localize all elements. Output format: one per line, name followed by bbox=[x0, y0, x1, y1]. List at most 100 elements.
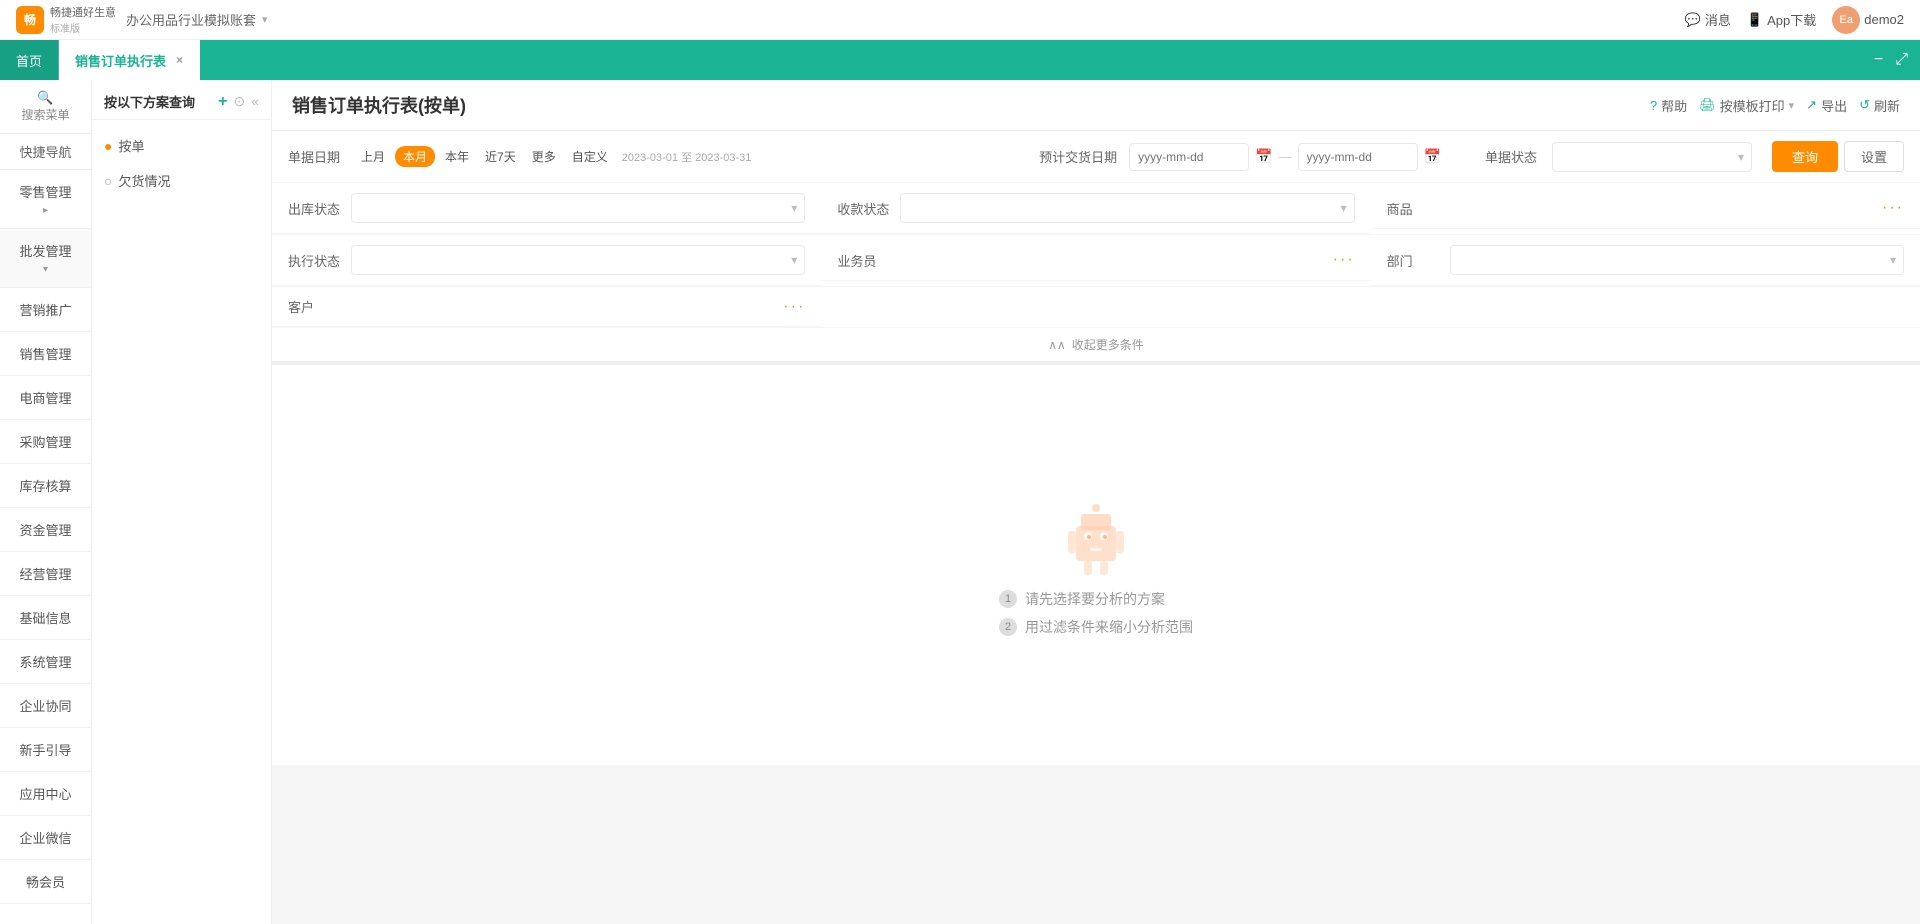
goods-picker-button[interactable]: ··· bbox=[1882, 199, 1904, 217]
left-panel-actions: + ⊙ « bbox=[218, 93, 259, 111]
tab-sales-order[interactable]: 销售订单执行表 × bbox=[59, 40, 200, 80]
customer-control: ··· bbox=[351, 298, 805, 316]
exec-status-select[interactable] bbox=[351, 245, 805, 275]
export-button[interactable]: ↗ 导出 bbox=[1806, 96, 1847, 115]
sidebar: 🔍 搜索菜单 快捷导航 零售管理 ▸ 批发管理 ▾ 营销推广 销售管理 电商管理… bbox=[0, 80, 92, 924]
scheme-item-by-order[interactable]: ● 按单 bbox=[92, 128, 271, 163]
expected-date-start-input[interactable] bbox=[1129, 143, 1249, 171]
date-tab-current-year[interactable]: 本年 bbox=[439, 146, 475, 167]
date-tab-custom[interactable]: 自定义 bbox=[566, 146, 614, 167]
sidebar-item-marketing[interactable]: 营销推广 bbox=[0, 288, 91, 332]
empty-illustration bbox=[1046, 486, 1146, 589]
sidebar-item-system[interactable]: 系统管理 bbox=[0, 640, 91, 684]
message-icon: 💬 bbox=[1685, 12, 1701, 28]
inactive-scheme-icon: ○ bbox=[104, 173, 112, 189]
chevron-down-icon: ▾ bbox=[43, 264, 48, 275]
export-icon: ↗ bbox=[1806, 97, 1817, 113]
sidebar-item-operations[interactable]: 经营管理 bbox=[0, 552, 91, 596]
calendar-end-icon[interactable]: 📅 bbox=[1424, 148, 1441, 165]
goods-control: ··· bbox=[1450, 199, 1904, 217]
active-scheme-icon: ● bbox=[104, 138, 112, 154]
collapse-icon: ∧∧ bbox=[1048, 338, 1066, 352]
sidebar-item-search[interactable]: 🔍 搜索菜单 bbox=[0, 80, 91, 134]
app-download-button[interactable]: 📱 App下载 bbox=[1747, 10, 1816, 29]
sidebar-item-enterprise[interactable]: 企业协同 bbox=[0, 684, 91, 728]
sidebar-item-sales[interactable]: 销售管理 bbox=[0, 332, 91, 376]
refresh-icon: ↺ bbox=[1859, 97, 1870, 113]
help-button[interactable]: ? 帮助 bbox=[1650, 96, 1687, 115]
nav-tabs: 首页 销售订单执行表 × − ⤢ bbox=[0, 40, 1920, 80]
print-button[interactable]: 🖨 按模板打印 ▾ bbox=[1699, 96, 1794, 115]
expected-date-inputs: 📅 — 📅 bbox=[1129, 143, 1441, 171]
filter-row-status: 出库状态 收款状态 bbox=[272, 183, 1920, 235]
expected-date-end-input[interactable] bbox=[1298, 143, 1418, 171]
print-chevron-icon: ▾ bbox=[1789, 99, 1795, 112]
sidebar-item-finance[interactable]: 资金管理 bbox=[0, 508, 91, 552]
tab-close-icon[interactable]: × bbox=[176, 53, 183, 67]
logo-area: 畅 畅捷通好生意 标准版 bbox=[16, 4, 116, 35]
filter-row-date: 单据日期 上月 本月 本年 近7天 更多 自定义 2023-03-01 至 20… bbox=[272, 131, 1920, 183]
edit-scheme-button[interactable]: ⊙ bbox=[233, 93, 245, 111]
salesperson-cell: 业务员 ··· bbox=[821, 241, 1370, 281]
salesperson-picker-button[interactable]: ··· bbox=[1333, 251, 1355, 269]
sidebar-item-wholesale[interactable]: 批发管理 ▾ bbox=[0, 229, 91, 288]
main-panel: 销售订单执行表(按单) ? 帮助 🖨 按模板打印 ▾ ↗ 导出 bbox=[272, 80, 1920, 924]
out-status-select[interactable] bbox=[351, 193, 805, 223]
filter-section: 单据日期 上月 本月 本年 近7天 更多 自定义 2023-03-01 至 20… bbox=[272, 131, 1920, 365]
industry-selector[interactable]: 办公用品行业模拟账套 ▾ bbox=[126, 10, 268, 29]
filter-row-customer: 客户 ··· bbox=[272, 287, 1920, 328]
goods-label: 商品 bbox=[1387, 199, 1442, 218]
sidebar-item-app-center[interactable]: 应用中心 bbox=[0, 772, 91, 816]
sidebar-item-wechat[interactable]: 企业微信 bbox=[0, 816, 91, 860]
date-tab-current-month[interactable]: 本月 bbox=[395, 146, 435, 167]
dept-cell: 部门 bbox=[1371, 235, 1920, 286]
sidebar-item-member[interactable]: 畅会员 bbox=[0, 860, 91, 904]
date-tab-7days[interactable]: 近7天 bbox=[479, 146, 522, 167]
expand-icon[interactable]: ⤢ bbox=[1895, 51, 1908, 69]
print-icon: 🖨 bbox=[1699, 97, 1716, 113]
collapse-panel-button[interactable]: « bbox=[251, 93, 259, 111]
goods-cell: 商品 ··· bbox=[1371, 189, 1920, 229]
date-range-text: 2023-03-01 至 2023-03-31 bbox=[622, 149, 752, 165]
settings-button[interactable]: 设置 bbox=[1844, 141, 1904, 172]
empty-steps: 1 请先选择要分析的方案 2 用过滤条件来缩小分析范围 bbox=[999, 589, 1193, 645]
minimize-icon[interactable]: − bbox=[1874, 51, 1883, 69]
chevron-right-icon: ▸ bbox=[43, 205, 48, 216]
collapse-bar[interactable]: ∧∧ 收起更多条件 bbox=[272, 328, 1920, 361]
search-action-buttons: 查询 设置 bbox=[1772, 141, 1904, 172]
calendar-start-icon[interactable]: 📅 bbox=[1255, 148, 1272, 165]
status-select[interactable] bbox=[1552, 142, 1752, 172]
receipt-status-select[interactable] bbox=[900, 193, 1354, 223]
scheme-item-backorder[interactable]: ○ 欠货情况 bbox=[92, 163, 271, 198]
customer-picker-button[interactable]: ··· bbox=[783, 298, 805, 316]
receipt-status-select-wrapper bbox=[900, 193, 1354, 223]
date-tab-more[interactable]: 更多 bbox=[526, 146, 562, 167]
dept-select[interactable] bbox=[1450, 245, 1904, 275]
sidebar-item-inventory[interactable]: 库存核算 bbox=[0, 464, 91, 508]
add-scheme-button[interactable]: + bbox=[218, 93, 227, 111]
sidebar-item-basic-info[interactable]: 基础信息 bbox=[0, 596, 91, 640]
empty-step-1: 1 请先选择要分析的方案 bbox=[999, 589, 1193, 609]
tab-spacer bbox=[200, 40, 1862, 80]
content-area: 按以下方案查询 + ⊙ « ● 按单 ○ 欠货情况 销售订单执行表(按单) bbox=[92, 80, 1920, 924]
sidebar-item-onboarding[interactable]: 新手引导 bbox=[0, 728, 91, 772]
sidebar-item-quick-nav[interactable]: 快捷导航 bbox=[0, 134, 91, 170]
help-icon: ? bbox=[1650, 98, 1657, 113]
out-status-label: 出库状态 bbox=[288, 199, 343, 218]
sidebar-item-purchase[interactable]: 采购管理 bbox=[0, 420, 91, 464]
page-actions: ? 帮助 🖨 按模板打印 ▾ ↗ 导出 ↺ 刷新 bbox=[1650, 96, 1900, 115]
message-button[interactable]: 💬 消息 bbox=[1685, 10, 1731, 29]
salesperson-label: 业务员 bbox=[837, 251, 892, 270]
exec-status-select-wrapper bbox=[351, 245, 805, 275]
sidebar-item-retail[interactable]: 零售管理 ▸ bbox=[0, 170, 91, 229]
search-button[interactable]: 查询 bbox=[1772, 141, 1838, 172]
chevron-down-icon: ▾ bbox=[262, 13, 268, 26]
sidebar-item-ecommerce[interactable]: 电商管理 bbox=[0, 376, 91, 420]
status-label: 单据状态 bbox=[1485, 147, 1540, 166]
date-tab-last-month[interactable]: 上月 bbox=[355, 146, 391, 167]
page-title: 销售订单执行表(按单) bbox=[292, 92, 466, 118]
tab-home[interactable]: 首页 bbox=[0, 40, 59, 80]
main-layout: 🔍 搜索菜单 快捷导航 零售管理 ▸ 批发管理 ▾ 营销推广 销售管理 电商管理… bbox=[0, 80, 1920, 924]
user-avatar-button[interactable]: Ea demo2 bbox=[1832, 6, 1904, 34]
refresh-button[interactable]: ↺ 刷新 bbox=[1859, 96, 1900, 115]
